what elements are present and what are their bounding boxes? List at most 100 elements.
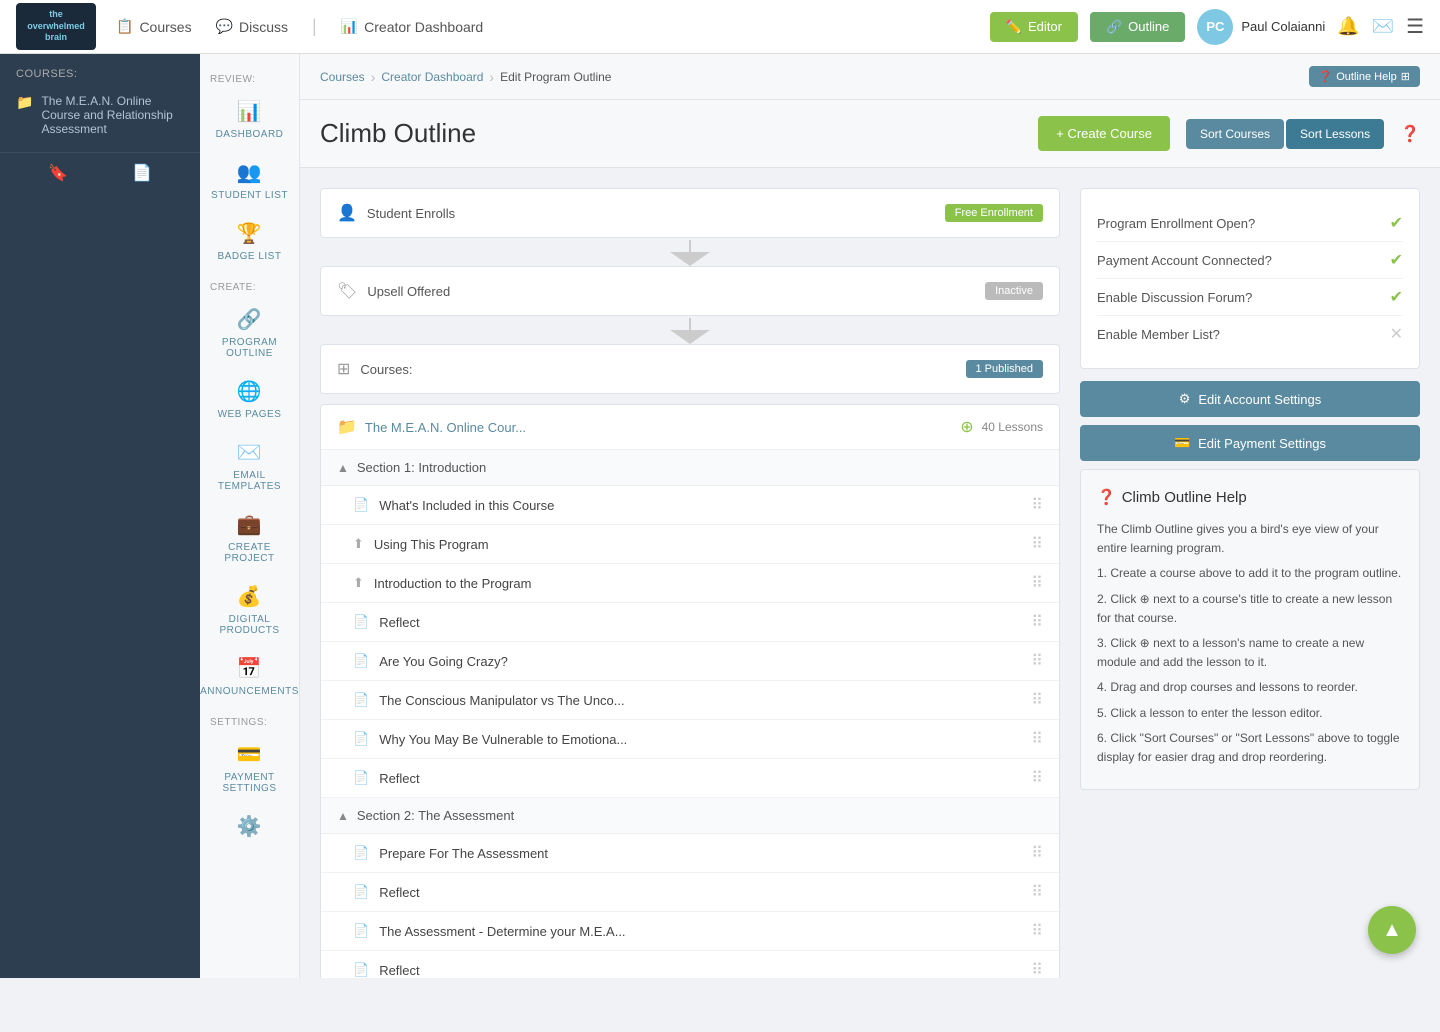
breadcrumb-courses[interactable]: Courses — [320, 70, 365, 84]
bookmark-icon[interactable]: 🔖 — [48, 163, 68, 183]
sidebar-course-item[interactable]: 📁 The M.E.A.N. Online Course and Relatio… — [0, 86, 200, 144]
gear-icon: ⚙️ — [237, 814, 262, 839]
nav-digital-products[interactable]: 💰 Digital Products — [200, 574, 299, 646]
lesson-title[interactable]: Introduction to the Program — [374, 576, 1021, 591]
dashboard-icon: 📊 — [237, 99, 262, 124]
drag-handle-icon[interactable]: ⠿ — [1031, 843, 1043, 863]
nav-student-list[interactable]: 👥 Student List — [200, 150, 299, 211]
help-title: ❓ Climb Outline Help — [1097, 486, 1403, 510]
drag-handle-icon[interactable]: ⠿ — [1031, 882, 1043, 902]
help-step-0: The Climb Outline gives you a bird's eye… — [1097, 520, 1403, 558]
nav-payment-settings[interactable]: 💳 Payment Settings — [200, 732, 299, 804]
lesson-title[interactable]: Reflect — [379, 615, 1021, 630]
nav-discuss-link[interactable]: 💬 Discuss — [216, 18, 288, 35]
lesson-title[interactable]: What's Included in this Course — [379, 498, 1021, 513]
lesson-title[interactable]: The Assessment - Determine your M.E.A... — [379, 924, 1021, 939]
drag-handle-icon[interactable]: ⠿ — [1031, 690, 1043, 710]
mail-icon[interactable]: ✉️ — [1372, 16, 1394, 37]
help-panel: ❓ Climb Outline Help The Climb Outline g… — [1080, 469, 1420, 790]
funnel-student-enrolls-row: 👤 Student Enrolls Free Enrollment — [321, 189, 1059, 237]
right-sidebar: Program Enrollment Open? ✔ Payment Accou… — [1080, 188, 1420, 790]
drag-handle-icon[interactable]: ⠿ — [1031, 651, 1043, 671]
check-icon-discussion: ✔ — [1390, 287, 1403, 307]
nav-create-project[interactable]: 💼 Create Project — [200, 502, 299, 574]
section-1-header: ▲ Section 1: Introduction — [321, 450, 1059, 486]
course-title-link[interactable]: The M.E.A.N. Online Cour... — [365, 420, 952, 435]
collapse-section-1-icon[interactable]: ▲ — [337, 461, 349, 475]
breadcrumb-sep-2: › — [489, 69, 494, 85]
free-enrollment-badge: Free Enrollment — [945, 204, 1043, 222]
discussion-label: Enable Discussion Forum? — [1097, 290, 1382, 305]
check-icon-payment: ✔ — [1390, 250, 1403, 270]
nav-courses-link[interactable]: 📋 Courses — [116, 18, 192, 35]
lesson-title[interactable]: Prepare For The Assessment — [379, 846, 1021, 861]
breadcrumb-sep-1: › — [371, 69, 376, 85]
breadcrumb-creator-dashboard[interactable]: Creator Dashboard — [381, 70, 483, 84]
nav-gear-settings[interactable]: ⚙️ — [200, 804, 299, 849]
outline-icon: 🔗 — [1106, 19, 1122, 35]
lesson-title[interactable]: Reflect — [379, 885, 1021, 900]
lesson-row: 📄 Reflect ⠿ — [321, 759, 1059, 798]
drag-handle-icon[interactable]: ⠿ — [1031, 534, 1043, 554]
sidebar-course-name: The M.E.A.N. Online Course and Relations… — [41, 94, 184, 136]
nav-program-outline[interactable]: 🔗 Program Outline — [200, 297, 299, 369]
create-course-button[interactable]: + Create Course — [1038, 116, 1170, 151]
doc-icon-5: 📄 — [353, 731, 369, 747]
doc-icon-2: 📄 — [353, 614, 369, 630]
lesson-title[interactable]: Using This Program — [374, 537, 1021, 552]
drag-handle-icon[interactable]: ⠿ — [1031, 573, 1043, 593]
document-icon[interactable]: 📄 — [132, 163, 152, 183]
email-icon: ✉️ — [237, 440, 262, 465]
outline-help-button[interactable]: ❓ Outline Help ⊞ — [1309, 66, 1420, 87]
editor-button[interactable]: ✏️ Editor — [990, 12, 1078, 42]
drag-handle-icon[interactable]: ⠿ — [1031, 612, 1043, 632]
lesson-row: 📄 The Assessment - Determine your M.E.A.… — [321, 912, 1059, 951]
drag-handle-icon[interactable]: ⠿ — [1031, 495, 1043, 515]
lesson-title[interactable]: Are You Going Crazy? — [379, 654, 1021, 669]
fab-icon: ▲ — [1382, 919, 1402, 942]
breadcrumb: Courses › Creator Dashboard › Edit Progr… — [300, 54, 1440, 100]
course-add-icon[interactable]: ⊕ — [960, 417, 973, 437]
user-name-label: Paul Colaianni — [1241, 19, 1325, 34]
nav-badge-list[interactable]: 🏆 Badge List — [200, 211, 299, 272]
section-2-title: Section 2: The Assessment — [357, 808, 514, 823]
funnel-upsell-row: 🏷 Upsell Offered Inactive — [321, 267, 1059, 315]
payment-icon: 💳 — [237, 742, 262, 767]
enrollment-label: Program Enrollment Open? — [1097, 216, 1382, 231]
upload-icon: ⬆ — [353, 536, 364, 552]
nav-announcements[interactable]: 📅 Announcements — [200, 646, 299, 707]
help-step-2: 2. Click ⊕ next to a course's title to c… — [1097, 590, 1403, 628]
avatar[interactable]: PC — [1197, 9, 1233, 45]
drag-handle-icon[interactable]: ⠿ — [1031, 921, 1043, 941]
nav-web-pages[interactable]: 🌐 Web Pages — [200, 369, 299, 430]
doc-icon: 📄 — [353, 497, 369, 513]
nav-dashboard[interactable]: 📊 Dashboard — [200, 89, 299, 150]
doc-icon-8: 📄 — [353, 884, 369, 900]
hamburger-icon[interactable]: ☰ — [1406, 14, 1424, 39]
collapse-section-2-icon[interactable]: ▲ — [337, 809, 349, 823]
drag-handle-icon[interactable]: ⠿ — [1031, 729, 1043, 749]
lesson-title[interactable]: Reflect — [379, 771, 1021, 786]
drag-handle-icon[interactable]: ⠿ — [1031, 960, 1043, 978]
edit-payment-settings-button[interactable]: 💳 Edit Payment Settings — [1080, 425, 1420, 461]
nav-email-templates[interactable]: ✉️ Email Templates — [200, 430, 299, 502]
help-icon[interactable]: ❓ — [1400, 124, 1420, 144]
brand-logo[interactable]: theoverwhelmedbrain — [16, 3, 96, 50]
edit-account-settings-button[interactable]: ⚙ Edit Account Settings — [1080, 381, 1420, 417]
notification-icon[interactable]: 🔔 — [1337, 16, 1359, 37]
user-avatar-box: PC Paul Colaianni — [1197, 9, 1325, 45]
sort-courses-button[interactable]: Sort Courses — [1186, 119, 1284, 149]
outline-button[interactable]: 🔗 Outline — [1090, 12, 1185, 42]
sort-lessons-button[interactable]: Sort Lessons — [1286, 119, 1384, 149]
drag-handle-icon[interactable]: ⠿ — [1031, 768, 1043, 788]
project-icon: 💼 — [237, 512, 262, 537]
lesson-title[interactable]: Why You May Be Vulnerable to Emotiona... — [379, 732, 1021, 747]
doc-icon-10: 📄 — [353, 962, 369, 978]
nav-creator-dashboard-link[interactable]: 📊 Creator Dashboard — [341, 18, 484, 35]
fab-button[interactable]: ▲ — [1368, 906, 1416, 954]
lesson-title[interactable]: The Conscious Manipulator vs The Unco... — [379, 693, 1021, 708]
lesson-title[interactable]: Reflect — [379, 963, 1021, 978]
outline-header: Climb Outline + Create Course Sort Cours… — [300, 100, 1440, 168]
student-enrolls-label: Student Enrolls — [367, 206, 935, 221]
inactive-badge: Inactive — [985, 282, 1043, 300]
